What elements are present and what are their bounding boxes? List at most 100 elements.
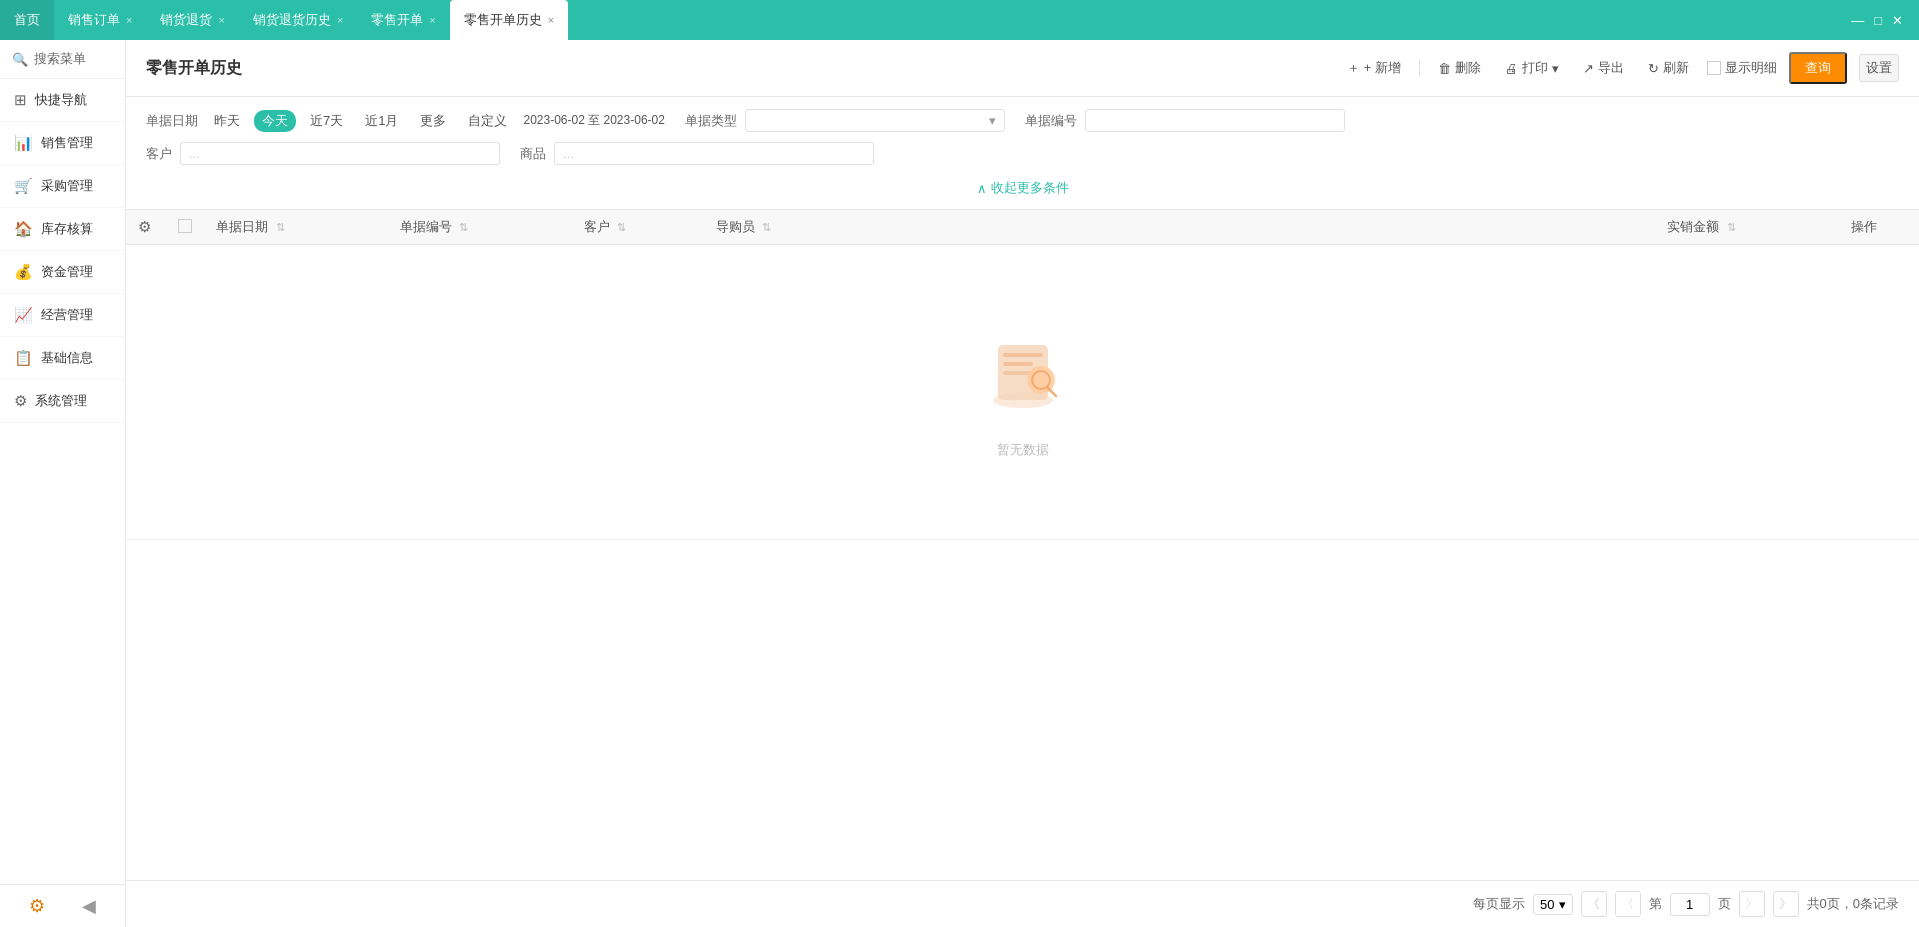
collapse-bar[interactable]: ∧ 收起更多条件 <box>146 175 1899 201</box>
sidebar-item-quick-nav[interactable]: ⊞ 快捷导航 <box>0 79 125 122</box>
th-settings: ⚙ <box>126 210 166 245</box>
divider <box>1419 60 1420 76</box>
export-button[interactable]: ↗ 导出 <box>1577 55 1630 81</box>
tab-retail-history[interactable]: 零售开单历史 × <box>450 0 568 40</box>
sidebar-item-operations[interactable]: 📈 经营管理 <box>0 294 125 337</box>
print-icon: 🖨 <box>1505 61 1518 76</box>
purchase-icon: 🛒 <box>14 177 33 195</box>
window-maximize[interactable]: □ <box>1874 13 1882 28</box>
th-amount <box>862 210 1656 245</box>
tab-retail-order-close[interactable]: × <box>429 14 435 26</box>
th-guide-sort[interactable]: ⇅ <box>762 221 771 233</box>
sidebar-search-label: 搜索菜单 <box>34 50 86 68</box>
sidebar-collapse-icon[interactable]: ◀ <box>82 895 96 917</box>
total-text: 共0页，0条记录 <box>1807 895 1899 913</box>
doc-number-input[interactable] <box>1085 109 1345 132</box>
goods-input[interactable]: ... <box>554 142 874 165</box>
th-number-sort[interactable]: ⇅ <box>459 221 468 233</box>
window-minimize[interactable]: — <box>1851 13 1864 28</box>
svg-rect-3 <box>1003 362 1033 366</box>
filter-bar: 单据日期 昨天 今天 近7天 近1月 更多 自定义 2023-06-02 至 2… <box>126 97 1919 210</box>
customer-input[interactable]: ... <box>180 142 500 165</box>
page-title: 零售开单历史 <box>146 58 242 79</box>
tab-sales-return[interactable]: 销货退货 × <box>146 0 238 40</box>
tab-sales-return-label: 销货退货 <box>160 11 212 29</box>
table-gear-icon[interactable]: ⚙ <box>138 218 151 235</box>
tab-return-history-close[interactable]: × <box>337 14 343 26</box>
goods-filter: 商品 ... <box>520 142 874 165</box>
tab-home-label: 首页 <box>14 11 40 29</box>
date-btn-yesterday[interactable]: 昨天 <box>206 110 248 132</box>
tab-home[interactable]: 首页 <box>0 0 54 40</box>
last-page-button[interactable]: 》 <box>1773 891 1799 917</box>
sidebar-item-purchase-label: 采购管理 <box>41 177 93 195</box>
per-page-label: 每页显示 <box>1473 895 1525 913</box>
tab-sales-order[interactable]: 销售订单 × <box>54 0 146 40</box>
content-area: 零售开单历史 ＋ + 新增 🗑 删除 🖨 打印 ▾ ↗ 导 <box>126 40 1919 927</box>
sidebar-menu: ⊞ 快捷导航 📊 销售管理 🛒 采购管理 🏠 库存核算 💰 资金管理 📈 <box>0 79 125 884</box>
add-button[interactable]: ＋ + 新增 <box>1341 55 1407 81</box>
sidebar-search[interactable]: 🔍 搜索菜单 <box>0 40 125 79</box>
doc-type-select[interactable]: ▾ <box>745 109 1005 132</box>
quick-nav-icon: ⊞ <box>14 91 27 109</box>
th-number: 单据编号 ⇅ <box>388 210 572 245</box>
tab-return-history[interactable]: 销货退货历史 × <box>239 0 357 40</box>
sidebar-item-finance[interactable]: 💰 资金管理 <box>0 251 125 294</box>
sidebar-settings-icon[interactable]: ⚙ <box>29 895 45 917</box>
tab-sales-order-close[interactable]: × <box>126 14 132 26</box>
th-customer-label: 客户 <box>584 219 610 234</box>
th-date-sort[interactable]: ⇅ <box>276 221 285 233</box>
sidebar-item-sales[interactable]: 📊 销售管理 <box>0 122 125 165</box>
table-body: 暂无数据 <box>126 245 1919 540</box>
sidebar-item-system-label: 系统管理 <box>35 392 87 410</box>
delete-button[interactable]: 🗑 删除 <box>1432 55 1487 81</box>
sidebar-item-system[interactable]: ⚙ 系统管理 <box>0 380 125 423</box>
prev-page-button[interactable]: 〈 <box>1615 891 1641 917</box>
per-page-select[interactable]: 50 ▾ <box>1533 894 1572 915</box>
svg-line-7 <box>1048 388 1056 396</box>
display-detail-checkbox[interactable]: 显示明细 <box>1707 59 1777 77</box>
data-table: ⚙ 单据日期 ⇅ 单据编号 ⇅ <box>126 210 1919 540</box>
inventory-icon: 🏠 <box>14 220 33 238</box>
first-page-icon: 《 <box>1587 895 1600 913</box>
doc-number-placeholder <box>1094 113 1098 128</box>
basic-info-icon: 📋 <box>14 349 33 367</box>
date-btn-today[interactable]: 今天 <box>254 110 296 132</box>
date-btn-custom[interactable]: 自定义 <box>460 110 515 132</box>
th-amount-sort[interactable]: ⇅ <box>1727 221 1736 233</box>
header-actions: ＋ + 新增 🗑 删除 🖨 打印 ▾ ↗ 导出 ↻ <box>1341 52 1899 84</box>
date-range: 2023-06-02 至 2023-06-02 <box>523 112 664 129</box>
tab-retail-history-close[interactable]: × <box>548 14 554 26</box>
print-button[interactable]: 🖨 打印 ▾ <box>1499 55 1565 81</box>
settings-button[interactable]: 设置 <box>1859 54 1899 82</box>
date-btn-7days[interactable]: 近7天 <box>302 110 351 132</box>
top-navigation: 首页 销售订单 × 销货退货 × 销货退货历史 × 零售开单 × 零售开单历史 … <box>0 0 1919 40</box>
last-page-icon: 》 <box>1779 895 1792 913</box>
date-btn-1month[interactable]: 近1月 <box>357 110 406 132</box>
th-customer: 客户 ⇅ <box>572 210 704 245</box>
window-close[interactable]: ✕ <box>1892 13 1903 28</box>
tab-return-history-label: 销货退货历史 <box>253 11 331 29</box>
tab-retail-order[interactable]: 零售开单 × <box>357 0 449 40</box>
next-page-button[interactable]: 〉 <box>1739 891 1765 917</box>
doc-type-value <box>754 113 758 128</box>
export-icon: ↗ <box>1583 61 1594 76</box>
sidebar-item-basic-info[interactable]: 📋 基础信息 <box>0 337 125 380</box>
first-page-button[interactable]: 《 <box>1581 891 1607 917</box>
th-customer-sort[interactable]: ⇅ <box>617 221 626 233</box>
tab-sales-return-close[interactable]: × <box>218 14 224 26</box>
refresh-button[interactable]: ↻ 刷新 <box>1642 55 1695 81</box>
sidebar-item-purchase[interactable]: 🛒 采购管理 <box>0 165 125 208</box>
select-all-checkbox[interactable] <box>178 219 192 233</box>
query-button[interactable]: 查询 <box>1789 52 1847 84</box>
collapse-icon: ∧ <box>977 181 987 196</box>
date-label: 单据日期 <box>146 112 198 130</box>
sidebar-item-inventory[interactable]: 🏠 库存核算 <box>0 208 125 251</box>
per-page-dropdown-icon: ▾ <box>1559 897 1566 912</box>
date-btn-more[interactable]: 更多 <box>412 110 454 132</box>
window-controls: — □ ✕ <box>1851 13 1919 28</box>
tab-bar: 首页 销售订单 × 销货退货 × 销货退货历史 × 零售开单 × 零售开单历史 … <box>0 0 1851 40</box>
page-input[interactable] <box>1670 893 1710 916</box>
prev-page-icon: 〈 <box>1621 895 1634 913</box>
next-page-icon: 〉 <box>1745 895 1758 913</box>
